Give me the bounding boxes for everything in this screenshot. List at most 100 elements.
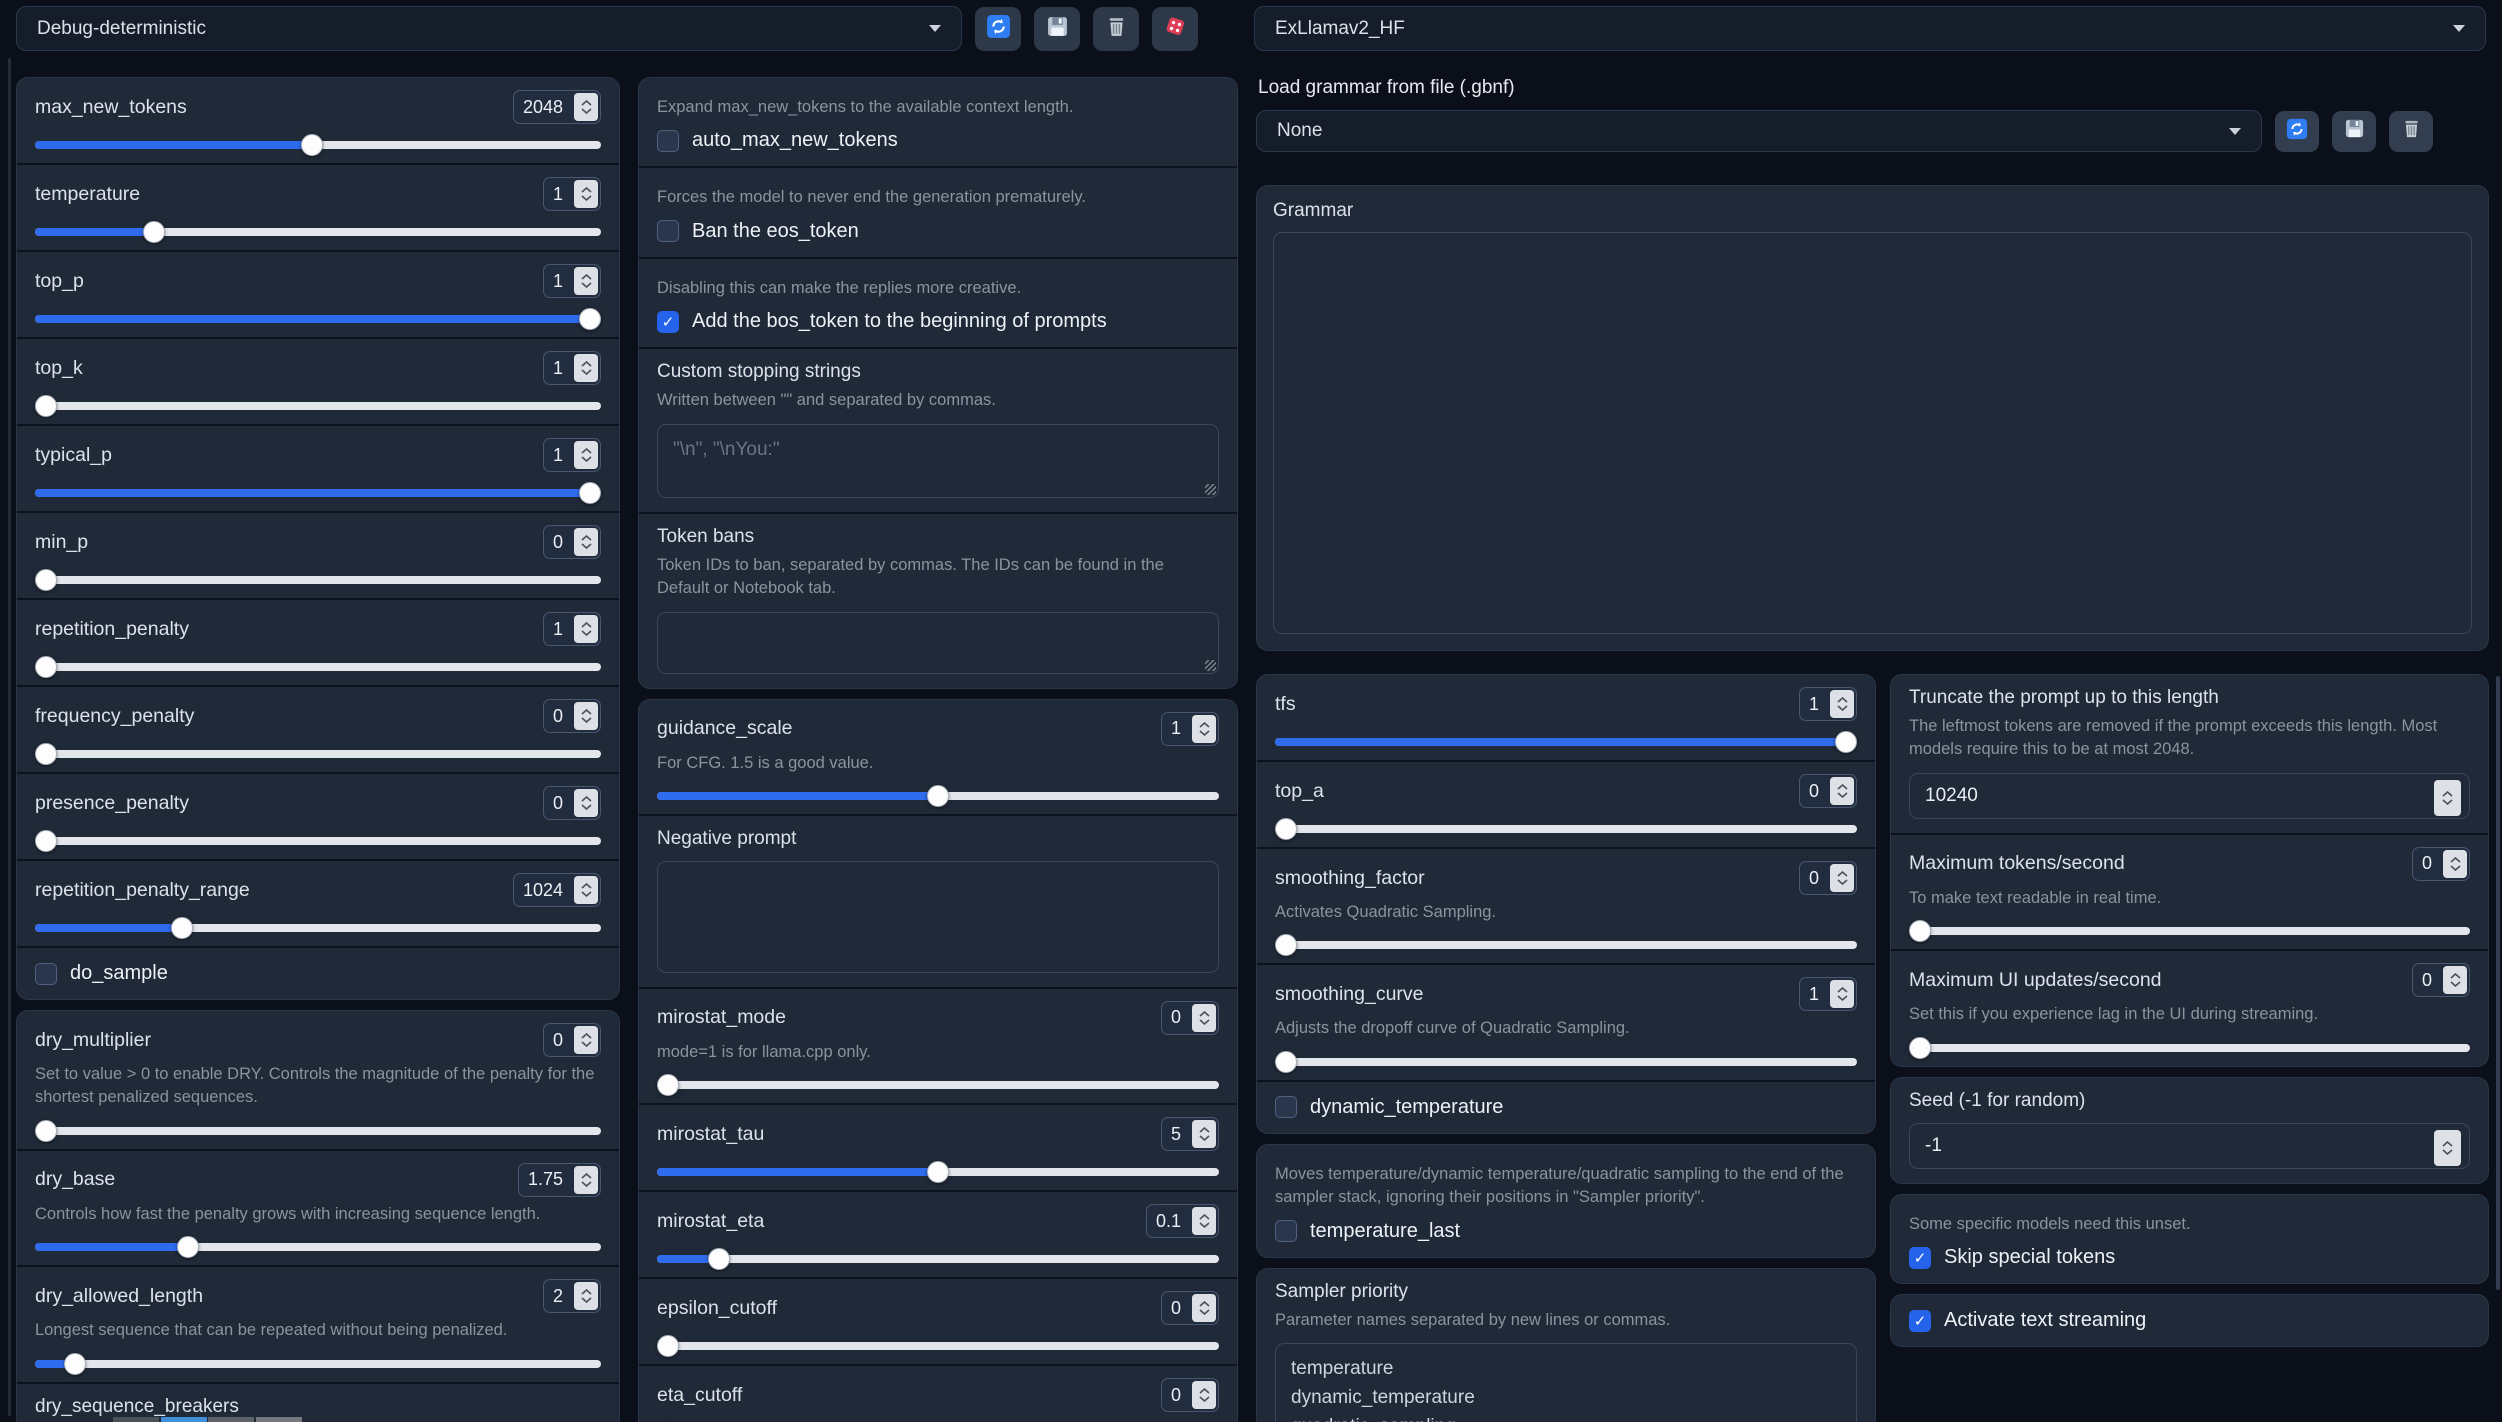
eta_cutoff-input[interactable]: 0 [1161,1378,1219,1412]
random-preset-button[interactable] [1152,7,1198,51]
slider-thumb[interactable] [579,482,601,504]
stepper-buttons[interactable] [1192,1120,1216,1148]
stepper-buttons[interactable] [1192,1294,1216,1322]
seed-1-for-random--input[interactable]: -1 [1909,1123,2470,1169]
stepper-buttons[interactable] [1830,864,1854,892]
stepper-buttons[interactable] [1830,690,1854,718]
mirostat_mode-slider[interactable] [657,1081,1219,1089]
stepper-buttons[interactable] [574,1282,598,1310]
stepper-buttons[interactable] [574,354,598,382]
right-panel-scrollbar[interactable] [2496,676,2500,1290]
do_sample-checkbox[interactable]: ✓ [35,963,57,985]
temperature-input[interactable]: 1 [543,177,601,211]
slider-thumb[interactable] [1275,934,1297,956]
presence_penalty-input[interactable]: 0 [543,786,601,820]
stepper-buttons[interactable] [574,615,598,643]
slider-thumb[interactable] [1835,731,1857,753]
repetition_penalty_range-input[interactable]: 1024 [513,873,601,907]
guidance_scale-input[interactable]: 1 [1161,712,1219,746]
typical_p-slider[interactable] [35,489,601,497]
slider-thumb[interactable] [64,1353,86,1375]
loader-dropdown[interactable]: ExLlamav2_HF [1254,6,2486,51]
ban-the-eos_token-checkbox[interactable]: ✓ [657,220,679,242]
stepper-buttons[interactable] [2434,1130,2461,1166]
negative-prompt-textarea[interactable] [657,861,1219,973]
epsilon_cutoff-slider[interactable] [657,1342,1219,1350]
slider-thumb[interactable] [1909,920,1931,942]
temperature-slider[interactable] [35,228,601,236]
min_p-slider[interactable] [35,576,601,584]
slider-thumb[interactable] [927,785,949,807]
dry_allowed_length-slider[interactable] [35,1360,601,1368]
skip-special-tokens-checkbox[interactable]: ✓ [1909,1247,1931,1269]
dry_multiplier-input[interactable]: 0 [543,1023,601,1057]
grammar-file-dropdown[interactable]: None [1256,110,2262,152]
stepper-buttons[interactable] [1830,980,1854,1008]
slider-thumb[interactable] [35,830,57,852]
epsilon_cutoff-input[interactable]: 0 [1161,1291,1219,1325]
mirostat_mode-input[interactable]: 0 [1161,1001,1219,1035]
presence_penalty-slider[interactable] [35,837,601,845]
sampler-priority-textarea[interactable]: temperature dynamic_temperature quadrati… [1275,1343,1857,1422]
smoothing_factor-input[interactable]: 0 [1799,861,1857,895]
slider-thumb[interactable] [177,1236,199,1258]
left-scrollbar[interactable] [8,58,11,1416]
stepper-buttons[interactable] [574,180,598,208]
grammar-delete-button[interactable] [2389,111,2433,152]
dry_multiplier-slider[interactable] [35,1127,601,1135]
dry_allowed_length-input[interactable]: 2 [543,1279,601,1313]
stepper-buttons[interactable] [574,93,598,121]
preset-dropdown[interactable]: Debug-deterministic [16,6,962,51]
refresh-presets-button[interactable] [975,7,1021,51]
top_k-slider[interactable] [35,402,601,410]
top_p-input[interactable]: 1 [543,264,601,298]
frequency_penalty-slider[interactable] [35,750,601,758]
truncate-the-prompt-up-to-this-length-input[interactable]: 10240 [1909,773,2470,819]
stepper-buttons[interactable] [1192,1381,1216,1409]
stepper-buttons[interactable] [574,1026,598,1054]
slider-thumb[interactable] [1275,1051,1297,1073]
slider-thumb[interactable] [35,569,57,591]
smoothing_curve-slider[interactable] [1275,1058,1857,1066]
grammar-textarea[interactable] [1273,232,2472,634]
stepper-buttons[interactable] [574,702,598,730]
smoothing_factor-slider[interactable] [1275,941,1857,949]
slider-thumb[interactable] [301,134,323,156]
auto_max_new_tokens-checkbox[interactable]: ✓ [657,130,679,152]
min_p-input[interactable]: 0 [543,525,601,559]
frequency_penalty-input[interactable]: 0 [543,699,601,733]
stepper-buttons[interactable] [2443,850,2467,878]
stepper-buttons[interactable] [574,876,598,904]
maximum-ui-updates-second-input[interactable]: 0 [2412,963,2470,997]
slider-thumb[interactable] [35,743,57,765]
maximum-tokens-second-input[interactable]: 0 [2412,847,2470,881]
stepper-buttons[interactable] [1192,715,1216,743]
slider-thumb[interactable] [35,656,57,678]
top_a-slider[interactable] [1275,825,1857,833]
repetition_penalty_range-slider[interactable] [35,924,601,932]
add-the-bos_token-to-the-beginning-of-prompts-checkbox[interactable]: ✓ [657,311,679,333]
slider-thumb[interactable] [35,395,57,417]
delete-preset-button[interactable] [1093,7,1139,51]
top_p-slider[interactable] [35,315,601,323]
slider-thumb[interactable] [927,1161,949,1183]
mirostat_eta-slider[interactable] [657,1255,1219,1263]
stepper-buttons[interactable] [1192,1004,1216,1032]
stepper-buttons[interactable] [574,789,598,817]
save-preset-button[interactable] [1034,7,1080,51]
repetition_penalty-slider[interactable] [35,663,601,671]
typical_p-input[interactable]: 1 [543,438,601,472]
stepper-buttons[interactable] [574,528,598,556]
dry_base-input[interactable]: 1.75 [518,1163,601,1197]
stepper-buttons[interactable] [574,267,598,295]
stepper-buttons[interactable] [2434,780,2461,816]
repetition_penalty-input[interactable]: 1 [543,612,601,646]
tfs-input[interactable]: 1 [1799,687,1857,721]
token-bans-textarea[interactable] [657,612,1219,674]
max_new_tokens-slider[interactable] [35,141,601,149]
maximum-ui-updates-second-slider[interactable] [1909,1044,2470,1052]
guidance_scale-slider[interactable] [657,792,1219,800]
activate-text-streaming-checkbox[interactable]: ✓ [1909,1310,1931,1332]
tfs-slider[interactable] [1275,738,1857,746]
mirostat_tau-input[interactable]: 5 [1161,1117,1219,1151]
